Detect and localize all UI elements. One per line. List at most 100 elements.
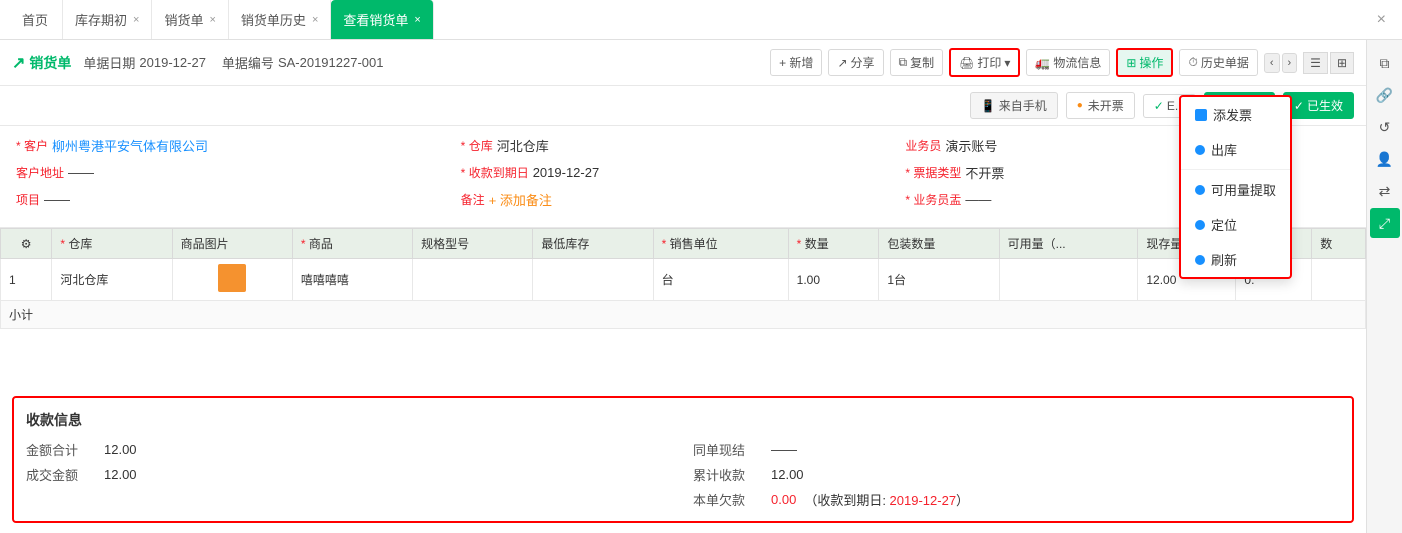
th-quantity: 数量 (788, 229, 879, 259)
doc-number-value: SA-20191227-001 (278, 55, 384, 70)
cell-available (999, 259, 1138, 301)
th-spec: 规格型号 (413, 229, 533, 259)
operate-button[interactable]: ⊞ 操作 (1116, 48, 1173, 77)
not-open-ticket-button[interactable]: 未开票 (1066, 92, 1135, 119)
grid-view-button[interactable]: ⊞ (1330, 52, 1354, 74)
due-date-label: 收款到期日 (461, 164, 529, 181)
payment-col-left: 金额合计 12.00 成交金额 12.00 (26, 440, 673, 509)
locate-item[interactable]: 定位 (1181, 207, 1290, 242)
th-product-image: 商品图片 (172, 229, 292, 259)
outstanding-value: 0.00 (771, 492, 796, 507)
settlement-row: 同单现结 —— (693, 440, 1340, 459)
cumulative-row: 累计收款 12.00 (693, 465, 1340, 484)
cell-image (172, 259, 292, 301)
sales-staff-value: —— (965, 192, 991, 207)
table-row: 1 河北仓库 嘻嘻嘻嘻 台 1.00 1台 12.00 0. (1, 259, 1366, 301)
phone-icon: 📱 (981, 99, 996, 113)
sidebar-expand-icon[interactable]: ⤢ (1370, 208, 1400, 238)
total-label: 金额合计 (26, 440, 96, 459)
cell-index: 1 (1, 259, 52, 301)
cumulative-value: 12.00 (771, 467, 804, 482)
tab-sales-history-close[interactable]: × (312, 14, 318, 26)
grid-icon: ⊞ (1126, 56, 1136, 70)
project-label: 项目 (16, 191, 40, 208)
product-table-wrapper: ⚙ 仓库 商品图片 商品 规格型号 最低库存 销售单位 数量 包装数量 可用量（… (0, 228, 1366, 386)
list-view-button[interactable]: ☰ (1303, 52, 1328, 74)
prev-button[interactable]: ‹ (1264, 53, 1280, 73)
add-invoice-label: 添发票 (1213, 105, 1252, 124)
sidebar-refresh-icon[interactable]: ↺ (1370, 112, 1400, 142)
doc-date-label: 单据日期 (83, 53, 135, 72)
sidebar-copy-icon[interactable]: ⧉ (1370, 48, 1400, 78)
warehouse-value: 河北仓库 (497, 136, 549, 155)
tab-sales-history[interactable]: 销货单历史 × (229, 0, 331, 39)
new-button[interactable]: + 新增 (770, 49, 822, 76)
doc-date: 单据日期 2019-12-27 (83, 53, 206, 72)
transaction-value: 12.00 (104, 467, 137, 482)
print-button[interactable]: 🖨 打印 ▾ (949, 48, 1020, 77)
print-dropdown-arrow: ▾ (1004, 56, 1010, 70)
tab-view-sales[interactable]: 查看销货单 × (331, 0, 433, 39)
sales-staff-label: 业务员盂 (905, 191, 961, 208)
tab-sales-order[interactable]: 销货单 × (152, 0, 228, 39)
cell-quantity: 1.00 (788, 259, 879, 301)
th-pack-qty: 包装数量 (879, 229, 999, 259)
note-field: 备注 + 添加备注 (461, 190, 906, 209)
outbound-item[interactable]: 出库 (1181, 132, 1290, 167)
refresh-icon (1195, 255, 1205, 265)
share-button[interactable]: ↗ 分享 (828, 49, 883, 76)
refresh-item[interactable]: 刷新 (1181, 242, 1290, 277)
logistics-button[interactable]: 🚛 物流信息 (1026, 49, 1110, 76)
subtotal-row: 小计 (1, 301, 1366, 329)
tab-inventory-init-close[interactable]: × (133, 14, 139, 26)
outstanding-label: 本单欠款 (693, 490, 763, 509)
total-value: 12.00 (104, 442, 137, 457)
locate-label: 定位 (1211, 215, 1237, 234)
available-qty-item[interactable]: 可用量提取 (1181, 172, 1290, 207)
tab-sales-order-close[interactable]: × (209, 14, 215, 26)
note-label: 备注 (461, 191, 485, 208)
tab-sales-order-label: 销货单 (164, 10, 203, 29)
truck-icon: 🚛 (1035, 56, 1050, 70)
copy-button[interactable]: ⧉ 复制 (890, 49, 944, 76)
ticket-value: 不开票 (965, 163, 1004, 182)
form-area: 客户 柳州粤港平安气体有限公司 仓库 河北仓库 业务员 演示账号 客户地址 —— (0, 126, 1366, 228)
already-effective-button[interactable]: ✓ 已生效 (1283, 92, 1354, 119)
customer-value: 柳州粤港平安气体有限公司 (52, 136, 208, 155)
due-date-note: （收款到期日: 2019-12-27） (804, 490, 969, 509)
cell-product: 嘻嘻嘻嘻 (292, 259, 412, 301)
add-invoice-item[interactable]: 添发票 (1181, 97, 1290, 132)
from-phone-button[interactable]: 📱 来自手机 (970, 92, 1058, 119)
th-settings[interactable]: ⚙ (1, 229, 52, 259)
note-value[interactable]: + 添加备注 (489, 190, 552, 209)
doc-type-title: ↗ 销货单 (12, 53, 71, 73)
warehouse-label: 仓库 (461, 137, 493, 154)
add-invoice-icon (1195, 109, 1207, 121)
payment-grid: 金额合计 12.00 成交金额 12.00 同单现结 —— 累计收款 (26, 440, 1340, 509)
doc-header: ↗ 销货单 单据日期 2019-12-27 单据编号 SA-20191227-0… (0, 40, 1366, 86)
window-close-button[interactable]: × (1369, 11, 1394, 29)
doc-number: 单据编号 SA-20191227-001 (222, 53, 384, 72)
tab-inventory-init-label: 库存期初 (75, 10, 127, 29)
project-value: —— (44, 192, 70, 207)
tab-home-label: 首页 (22, 10, 48, 29)
tab-inventory-init[interactable]: 库存期初 × (63, 0, 152, 39)
th-warehouse: 仓库 (52, 229, 172, 259)
transaction-label: 成交金额 (26, 465, 96, 484)
sidebar-link-icon[interactable]: 🔗 (1370, 80, 1400, 110)
sidebar-exchange-icon[interactable]: ⇄ (1370, 176, 1400, 206)
address-field: 客户地址 —— (16, 164, 461, 181)
tab-view-sales-close[interactable]: × (414, 14, 420, 26)
project-field: 项目 —— (16, 191, 461, 208)
history-button[interactable]: ⏱ 历史单据 (1179, 49, 1257, 76)
cell-min-stock (533, 259, 653, 301)
doc-actions: + 新增 ↗ 分享 ⧉ 复制 🖨 打印 ▾ 🚛 物流信息 (770, 48, 1354, 77)
check-circle-icon2: ✓ (1294, 99, 1304, 113)
sidebar-user-icon[interactable]: 👤 (1370, 144, 1400, 174)
available-qty-label: 可用量提取 (1211, 180, 1276, 199)
tab-home[interactable]: 首页 (8, 0, 63, 39)
second-action-bar: 📱 来自手机 未开票 ✓ E... ✓ 已核销 ✓ 已生效 (0, 86, 1366, 126)
next-button[interactable]: › (1282, 53, 1298, 73)
locate-icon (1195, 220, 1205, 230)
view-toggle: ☰ ⊞ (1303, 52, 1354, 74)
